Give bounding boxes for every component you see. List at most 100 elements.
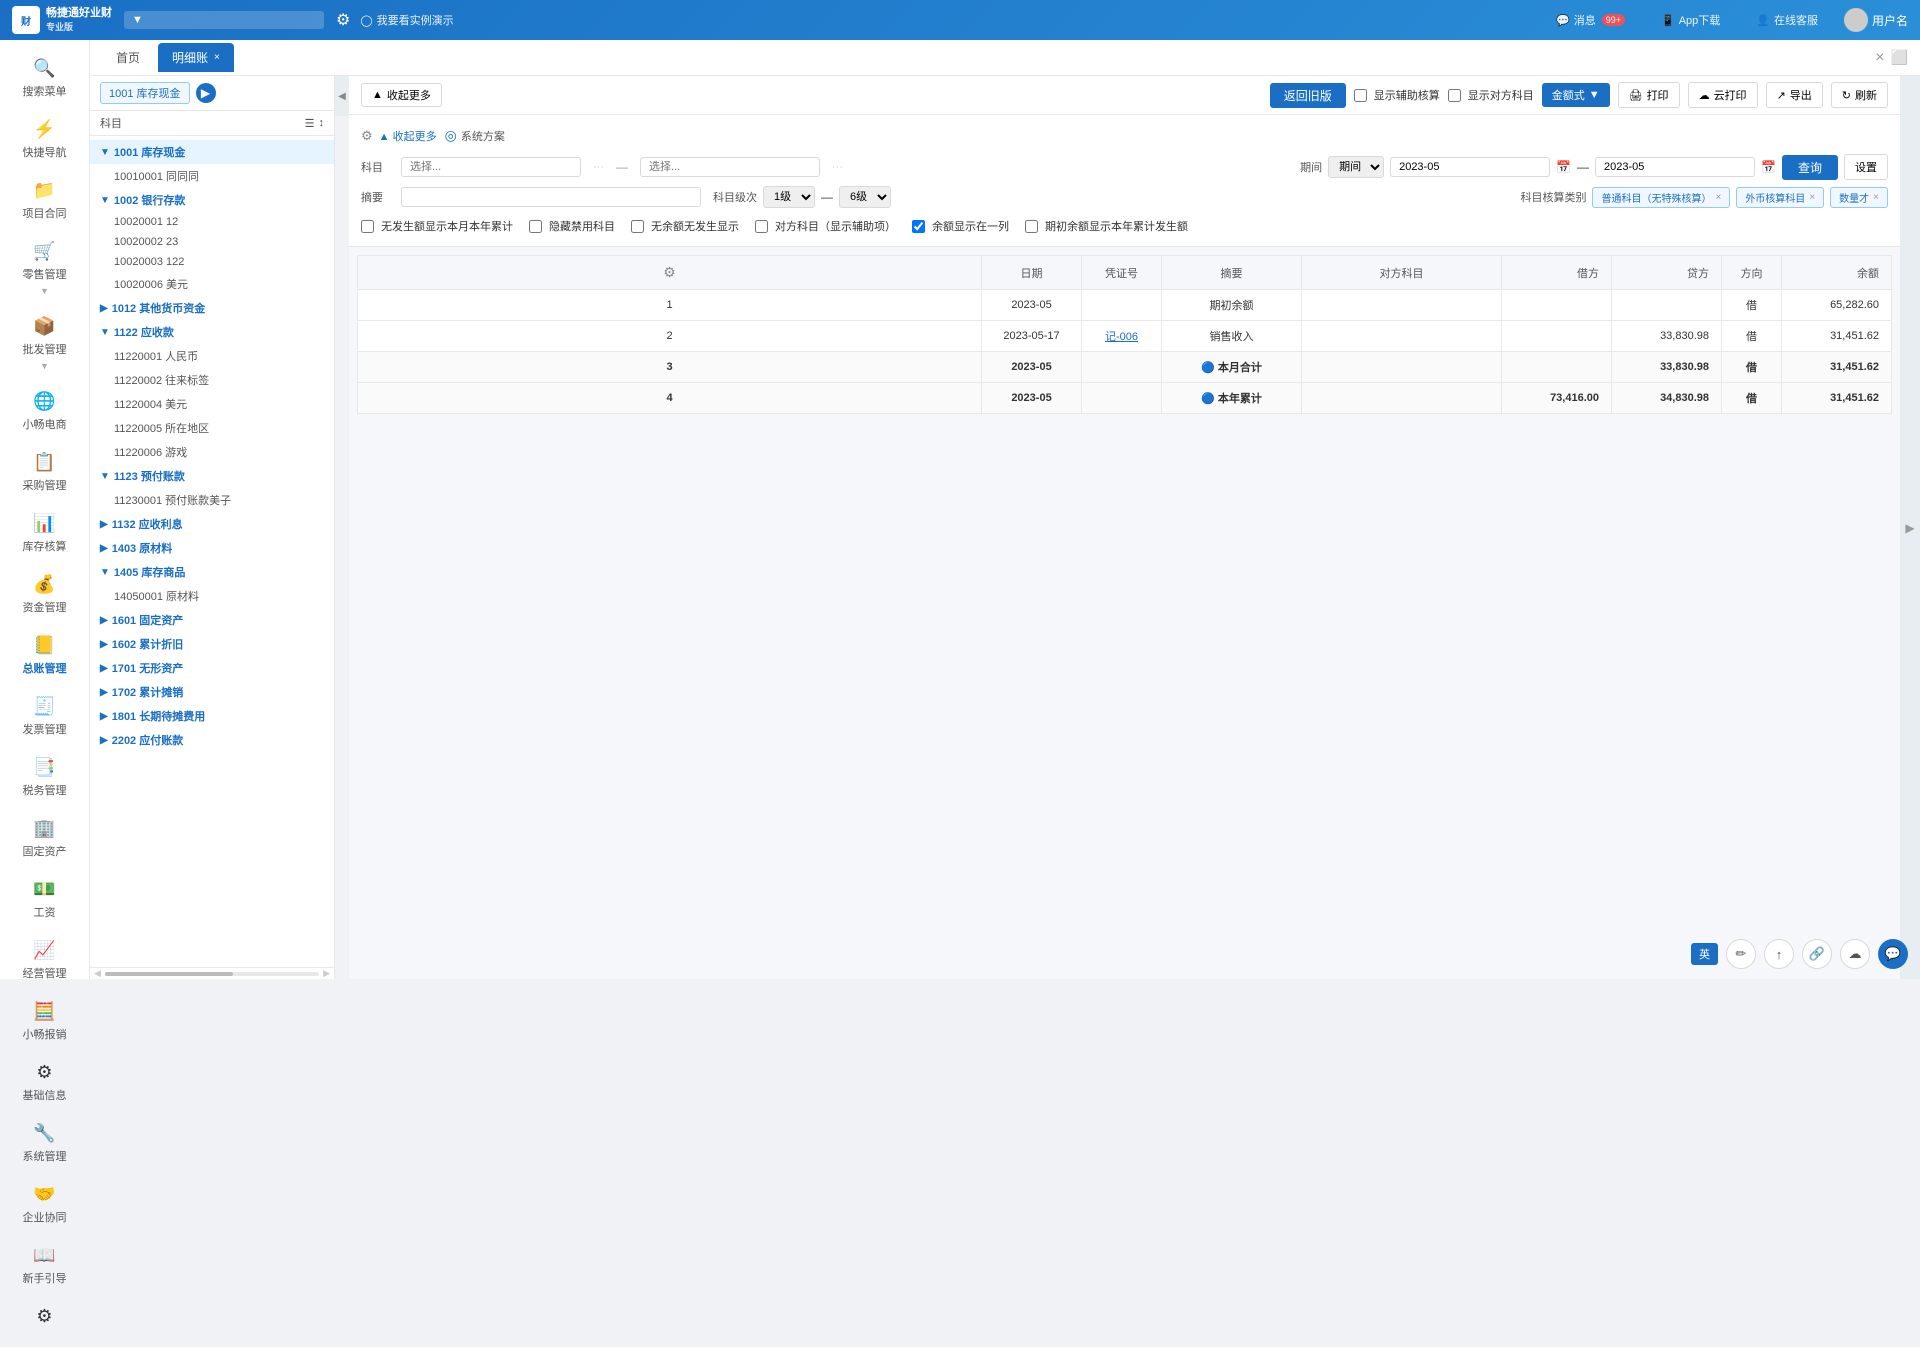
tree-item-10020003[interactable]: 10020003 122 xyxy=(90,252,334,272)
sidebar-item-capital[interactable]: 💰 资金管理 xyxy=(0,564,89,625)
br-upload-icon[interactable]: ↑ xyxy=(1764,939,1794,969)
period-to-input[interactable] xyxy=(1595,157,1755,177)
voucher-link[interactable]: 记-006 xyxy=(1105,331,1138,343)
cb-hide-disabled[interactable]: 隐藏禁用科目 xyxy=(529,218,615,234)
tree-item-1602[interactable]: ▶1602 累计折旧 xyxy=(90,632,334,656)
subject-input2[interactable] xyxy=(640,157,820,177)
tree-item-1122[interactable]: ▼1122 应收款 xyxy=(90,320,334,344)
message-btn[interactable]: 💬 消息 99+ xyxy=(1546,12,1635,28)
cb-year-balance-input[interactable] xyxy=(1025,220,1038,233)
filter-tag-normal-close[interactable]: × xyxy=(1715,192,1721,203)
br-link-icon[interactable]: 🔗 xyxy=(1802,939,1832,969)
sidebar-item-report[interactable]: 🧮 小畅报销 xyxy=(0,991,89,1052)
tree-toggle-1001[interactable]: ▼ xyxy=(100,147,110,158)
tab-home[interactable]: 首页 xyxy=(102,43,154,72)
table-row[interactable]: 3 2023-05 🔵 本月合计 33,830.98 借 31,451.62 xyxy=(358,352,1892,383)
print-btn[interactable]: 🖨 打印 xyxy=(1618,82,1680,108)
query-btn[interactable]: 查询 xyxy=(1782,155,1838,180)
show-counterpart-checkbox[interactable]: 显示对方科目 xyxy=(1448,87,1534,103)
tree-item-11220002[interactable]: 11220002 往来标签 xyxy=(90,368,334,392)
panel-close-btn[interactable]: × xyxy=(1875,49,1884,67)
filter-tag-forex-close[interactable]: × xyxy=(1809,192,1815,203)
cloud-print-btn[interactable]: ☁ 云打印 xyxy=(1688,82,1758,108)
collapse-more-btn[interactable]: ▲ 收起更多 xyxy=(361,83,442,107)
tree-toggle-1405[interactable]: ▼ xyxy=(100,567,110,578)
tree-toggle-1702[interactable]: ▶ xyxy=(100,687,108,698)
table-row[interactable]: 1 2023-05 期初余额 借 65,282.60 xyxy=(358,290,1892,321)
table-row[interactable]: 4 2023-05 🔵 本年累计 73,416.00 34,830.98 借 3… xyxy=(358,383,1892,414)
tree-item-1132[interactable]: ▶1132 应收利息 xyxy=(90,512,334,536)
summary-input[interactable] xyxy=(401,187,701,207)
tab-close-icon[interactable]: × xyxy=(214,52,220,63)
tree-item-10010001[interactable]: 10010001 同同同 xyxy=(90,164,334,188)
tree-item-11220001[interactable]: 11220001 人民币 xyxy=(90,344,334,368)
lang-switch-btn[interactable]: 英 xyxy=(1691,943,1718,965)
cb-counterpart[interactable]: 对方科目（显示辅助项） xyxy=(755,218,896,234)
sidebar-item-basic[interactable]: ⚙ 基础信息 xyxy=(0,1052,89,1113)
tree-item-1002[interactable]: ▼1002 银行存款 xyxy=(90,188,334,212)
cb-hide-disabled-input[interactable] xyxy=(529,220,542,233)
br-chat-icon[interactable]: 💬 xyxy=(1878,939,1908,969)
tree-toggle-1002[interactable]: ▼ xyxy=(100,195,110,206)
app-download-btn[interactable]: 📱 App下载 xyxy=(1651,12,1730,28)
sidebar-item-guide[interactable]: 📖 新手引导 xyxy=(0,1235,89,1296)
tree-toggle-1602[interactable]: ▶ xyxy=(100,639,108,650)
sidebar-item-wholesale[interactable]: 📦 批发管理 ▼ xyxy=(0,306,89,381)
sidebar-item-system[interactable]: 🔧 系统管理 xyxy=(0,1113,89,1174)
tree-toggle-1122[interactable]: ▼ xyxy=(100,327,110,338)
br-cloud-icon[interactable]: ☁ xyxy=(1840,939,1870,969)
panel-maximize-btn[interactable]: ⬜ xyxy=(1891,49,1908,66)
tree-collapse-icon[interactable]: ↕ xyxy=(319,117,325,130)
level-from-select[interactable]: 1级2级3级 xyxy=(763,186,815,208)
level-to-select[interactable]: 6级1级2级 xyxy=(839,186,891,208)
gear-icon[interactable]: ⚙ xyxy=(336,10,350,30)
cb-no-balance2[interactable]: 无余额无发生显示 xyxy=(631,218,739,234)
account-tag[interactable]: 1001 库存现金 xyxy=(100,82,190,104)
sidebar-item-fixed-assets[interactable]: 🏢 固定资产 xyxy=(0,808,89,869)
sidebar-item-payroll[interactable]: 💵 工资 xyxy=(0,869,89,930)
cb-balance-col[interactable]: 余额显示在一列 xyxy=(912,218,1009,234)
tree-item-1702[interactable]: ▶1702 累计摊销 xyxy=(90,680,334,704)
sidebar-item-retail[interactable]: 🛒 零售管理 ▼ xyxy=(0,231,89,306)
tree-item-10020002[interactable]: 10020002 23 xyxy=(90,232,334,252)
tree-item-1001[interactable]: ▼1001 库存现金 xyxy=(90,140,334,164)
th-settings[interactable]: ⚙ xyxy=(358,256,982,290)
sidebar-item-project[interactable]: 📁 项目合同 xyxy=(0,170,89,231)
cb-year-balance[interactable]: 期初余额显示本年累计发生额 xyxy=(1025,218,1188,234)
demo-link[interactable]: ◯ 我要看实例演示 xyxy=(350,12,463,28)
tree-item-11220005[interactable]: 11220005 所在地区 xyxy=(90,416,334,440)
show-assist-input[interactable] xyxy=(1354,89,1367,102)
sidebar-item-ecommerce[interactable]: 🌐 小畅电商 xyxy=(0,381,89,442)
return-old-btn[interactable]: 返回旧版 xyxy=(1270,83,1346,108)
period-mode-select[interactable]: 期间 xyxy=(1328,156,1384,178)
tree-menu-icon[interactable]: ☰ xyxy=(305,117,315,130)
tree-toggle-1132[interactable]: ▶ xyxy=(100,519,108,530)
filter-settings-icon[interactable]: ⚙ xyxy=(361,128,373,144)
tree-item-1123[interactable]: ▼1123 预付账款 xyxy=(90,464,334,488)
nav-forward-btn[interactable]: ▶ xyxy=(196,83,216,103)
show-assist-checkbox[interactable]: 显示辅助核算 xyxy=(1354,87,1440,103)
tree-item-1801[interactable]: ▶1801 长期待摊费用 xyxy=(90,704,334,728)
tree-item-1701[interactable]: ▶1701 无形资产 xyxy=(90,656,334,680)
sidebar-item-purchase[interactable]: 📋 采购管理 xyxy=(0,442,89,503)
sidebar-item-inventory[interactable]: 📊 库存核算 xyxy=(0,503,89,564)
sidebar-item-enterprise[interactable]: 🤝 企业协同 xyxy=(0,1174,89,1235)
period-cal-to-icon[interactable]: 📅 xyxy=(1761,160,1776,174)
cell-voucher-1[interactable]: 记-006 xyxy=(1082,321,1162,352)
right-collapse-btn[interactable]: ▶ xyxy=(1900,76,1920,979)
tree-item-2202[interactable]: ▶2202 应付账款 xyxy=(90,728,334,752)
tree-item-1405[interactable]: ▼1405 库存商品 xyxy=(90,560,334,584)
panel-collapse-arrow[interactable]: ◀ xyxy=(335,76,349,116)
filter-tag-qty-close[interactable]: × xyxy=(1873,192,1879,203)
refresh-btn[interactable]: ↻ 刷新 xyxy=(1831,82,1888,108)
tab-detail[interactable]: 明细账 × xyxy=(158,43,234,72)
tree-toggle-1012[interactable]: ▶ xyxy=(100,303,108,314)
sidebar-settings-btn[interactable]: ⚙ xyxy=(28,1296,60,1337)
sidebar-item-shortcut[interactable]: ⚡ 快捷导航 xyxy=(0,109,89,170)
amount-mode-btn[interactable]: 金额式 ▼ xyxy=(1542,83,1610,107)
tree-toggle-1403[interactable]: ▶ xyxy=(100,543,108,554)
table-row[interactable]: 2 2023-05-17 记-006 销售收入 33,830.98 借 31,4… xyxy=(358,321,1892,352)
tree-item-11220004[interactable]: 11220004 美元 xyxy=(90,392,334,416)
tree-toggle-1601[interactable]: ▶ xyxy=(100,615,108,626)
tree-scroll-bar[interactable]: ◀ ▶ xyxy=(90,967,334,979)
